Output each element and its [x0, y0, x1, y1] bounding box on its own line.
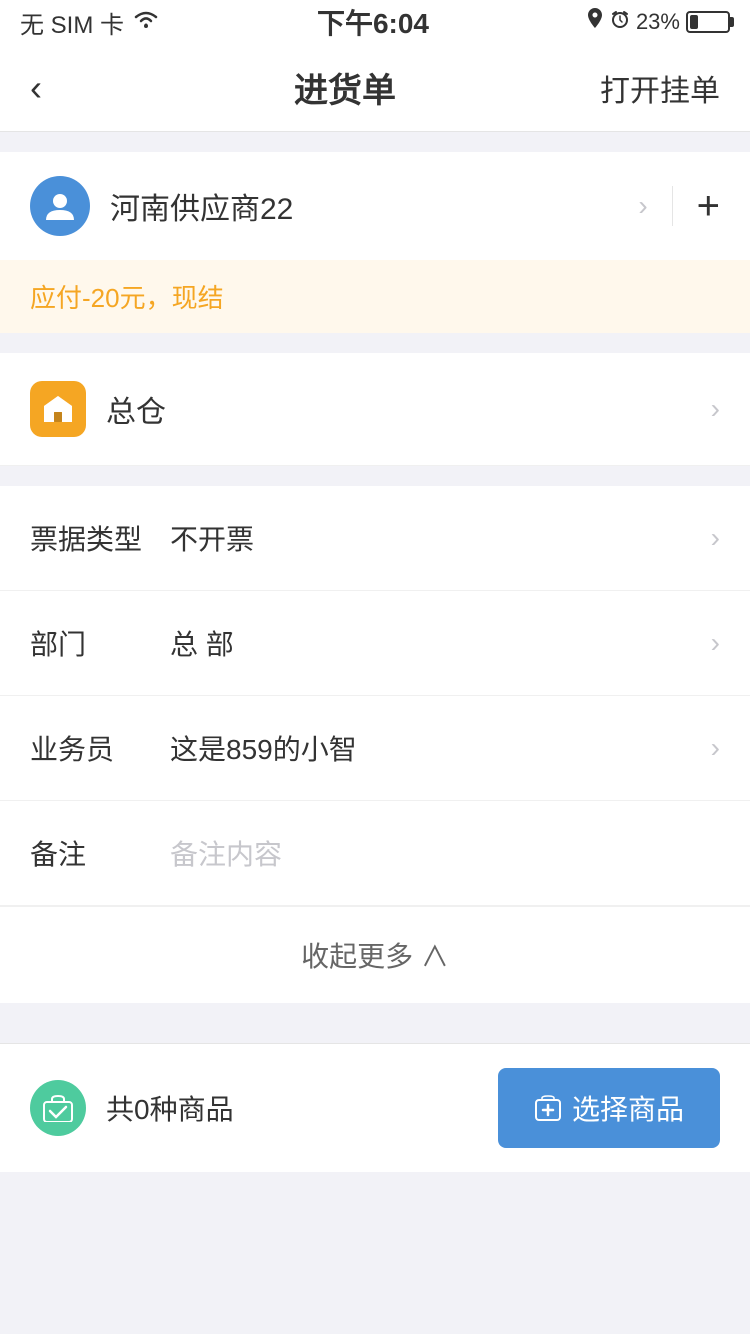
battery-percent: 23% [636, 9, 680, 35]
nav-bar: ‹ 进货单 打开挂单 [0, 44, 750, 132]
divider [672, 186, 673, 226]
battery-icon [686, 11, 730, 33]
warehouse-name: 总仓 [106, 387, 711, 431]
department-label: 部门 [30, 623, 150, 663]
select-product-button[interactable]: 选择商品 [498, 1068, 720, 1148]
section-gap-1 [0, 132, 750, 152]
department-row[interactable]: 部门 总 部 › [0, 591, 750, 696]
alarm-icon [610, 9, 630, 35]
main-content: 河南供应商22 › + 应付-20元，现结 总仓 › [0, 132, 750, 1334]
collapse-label: 收起更多 ∧ [301, 941, 449, 972]
collapse-button[interactable]: 收起更多 ∧ [0, 906, 750, 1003]
bottom-bar: 共0种商品 选择商品 [0, 1043, 750, 1172]
wifi-icon [132, 8, 160, 36]
open-pending-button[interactable]: 打开挂单 [600, 66, 720, 110]
supplier-chevron-icon: › [638, 190, 647, 222]
section-gap-3 [0, 466, 750, 486]
notice-banner: 应付-20元，现结 [0, 260, 750, 333]
time-label: 下午6:04 [317, 2, 429, 42]
warehouse-icon-wrap [30, 381, 86, 437]
remark-value: 备注内容 [170, 833, 720, 873]
invoice-type-value: 不开票 [170, 518, 711, 558]
supplier-right-actions: › + [638, 184, 720, 229]
status-left: 无 SIM 卡 [20, 5, 160, 40]
salesperson-row[interactable]: 业务员 这是859的小智 › [0, 696, 750, 801]
salesperson-value: 这是859的小智 [170, 728, 711, 768]
carrier-label: 无 SIM 卡 [20, 5, 124, 40]
section-gap-4 [0, 1003, 750, 1023]
page-title: 进货单 [294, 63, 396, 112]
product-icon-wrap [30, 1080, 86, 1136]
department-value: 总 部 [170, 623, 711, 663]
section-gap-2 [0, 333, 750, 353]
invoice-type-chevron-icon: › [711, 522, 720, 554]
status-bar: 无 SIM 卡 下午6:04 23% [0, 0, 750, 44]
invoice-type-row[interactable]: 票据类型 不开票 › [0, 486, 750, 591]
back-button[interactable]: ‹ [30, 67, 90, 109]
supplier-row[interactable]: 河南供应商22 › + [0, 152, 750, 260]
add-supplier-button[interactable]: + [697, 184, 720, 229]
department-chevron-icon: › [711, 627, 720, 659]
warehouse-chevron-icon: › [711, 393, 720, 425]
invoice-type-label: 票据类型 [30, 518, 150, 558]
location-icon [586, 8, 604, 36]
notice-text: 应付-20元，现结 [30, 283, 224, 313]
supplier-section: 河南供应商22 › + 应付-20元，现结 [0, 152, 750, 333]
supplier-name: 河南供应商22 [110, 184, 638, 228]
remark-label: 备注 [30, 833, 150, 873]
salesperson-label: 业务员 [30, 728, 150, 768]
form-section: 票据类型 不开票 › 部门 总 部 › 业务员 这是859的小智 › 备注 备注… [0, 486, 750, 1003]
remark-row[interactable]: 备注 备注内容 [0, 801, 750, 906]
select-product-label: 选择商品 [572, 1088, 684, 1128]
supplier-avatar [30, 176, 90, 236]
salesperson-chevron-icon: › [711, 732, 720, 764]
status-right: 23% [586, 8, 730, 36]
product-count: 共0种商品 [106, 1088, 498, 1128]
warehouse-row[interactable]: 总仓 › [0, 353, 750, 466]
